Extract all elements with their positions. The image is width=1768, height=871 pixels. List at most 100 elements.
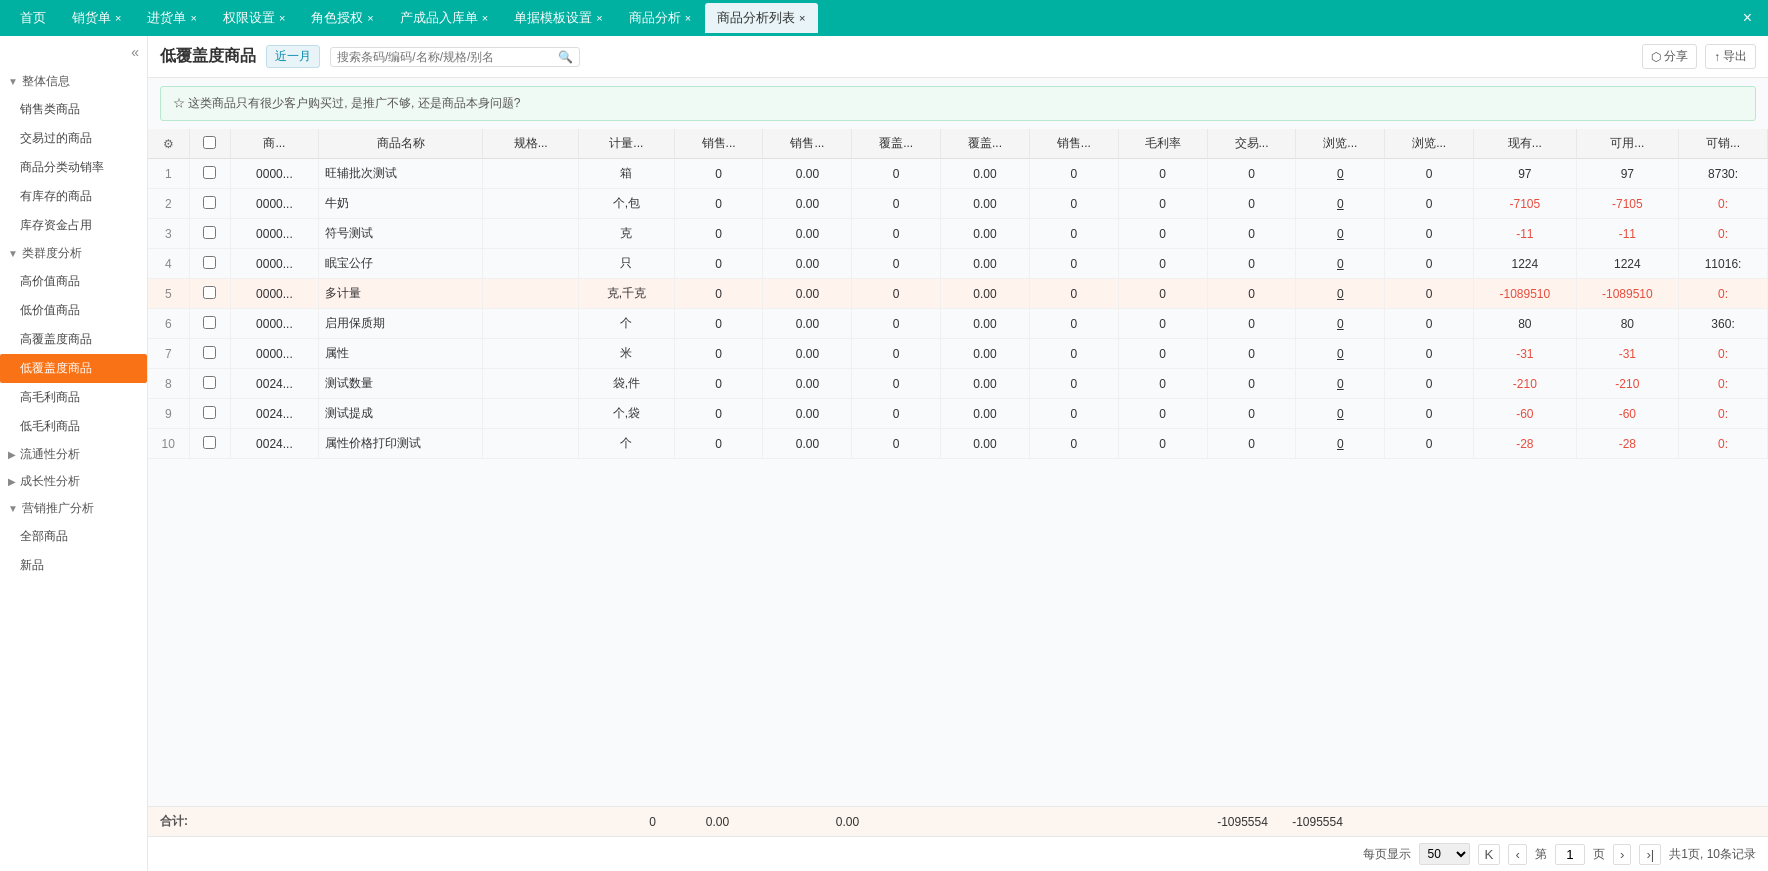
row-browse1[interactable]: 0: [1296, 339, 1385, 369]
nav-item-product-entry[interactable]: 产成品入库单 ×: [388, 3, 500, 33]
time-filter-button[interactable]: 近一月: [266, 45, 320, 68]
table-container[interactable]: ⚙ 商... 商品名称 规格... 计量... 销售... 销售... 覆盖..…: [148, 129, 1768, 806]
row-browse1[interactable]: 0: [1296, 369, 1385, 399]
row-code: 0024...: [230, 369, 319, 399]
row-checkbox[interactable]: [189, 399, 230, 429]
nav-close-analysis[interactable]: ×: [685, 12, 691, 24]
row-browse1[interactable]: 0: [1296, 399, 1385, 429]
sidebar-item-low-value[interactable]: 低价值商品: [0, 296, 147, 325]
nav-item-purchase[interactable]: 进货单 ×: [135, 3, 208, 33]
sidebar-section-marketing[interactable]: ▼ 营销推广分析: [0, 495, 147, 522]
table-checkbox-header[interactable]: [189, 129, 230, 159]
row-browse1[interactable]: 0: [1296, 309, 1385, 339]
last-page-button[interactable]: ›|: [1639, 844, 1661, 865]
row-browse1[interactable]: 0: [1296, 279, 1385, 309]
sidebar-item-traded-goods[interactable]: 交易过的商品: [0, 124, 147, 153]
nav-label-permissions: 权限设置: [223, 9, 275, 27]
row-browse1[interactable]: 0: [1296, 189, 1385, 219]
row-browse1[interactable]: 0: [1296, 159, 1385, 189]
sidebar-section-cluster[interactable]: ▼ 类群度分析: [0, 240, 147, 267]
sidebar-item-high-value[interactable]: 高价值商品: [0, 267, 147, 296]
nav-close-product-entry[interactable]: ×: [482, 12, 488, 24]
sidebar-collapse-button[interactable]: «: [131, 44, 139, 60]
sidebar-item-low-coverage[interactable]: 低覆盖度商品: [0, 354, 147, 383]
row-checkbox[interactable]: [189, 219, 230, 249]
close-all-button[interactable]: ×: [1735, 9, 1760, 27]
nav-item-template[interactable]: 单据模板设置 ×: [502, 3, 614, 33]
nav-item-analysis[interactable]: 商品分析 ×: [617, 3, 703, 33]
sidebar-section-circulation[interactable]: ▶ 流通性分析: [0, 441, 147, 468]
sidebar-item-high-coverage[interactable]: 高覆盖度商品: [0, 325, 147, 354]
row-browse1[interactable]: 0: [1296, 429, 1385, 459]
row-checkbox[interactable]: [189, 339, 230, 369]
row-sellable: 0:: [1679, 279, 1768, 309]
share-button[interactable]: ⬡ 分享: [1642, 44, 1697, 69]
sidebar-item-stocked-goods[interactable]: 有库存的商品: [0, 182, 147, 211]
th-spec: 规格...: [483, 129, 579, 159]
nav-close-template[interactable]: ×: [596, 12, 602, 24]
th-code: 商...: [230, 129, 319, 159]
search-icon[interactable]: 🔍: [558, 50, 573, 64]
sidebar-item-high-margin[interactable]: 高毛利商品: [0, 383, 147, 412]
row-available: -1089510: [1576, 279, 1679, 309]
row-unit: 袋,件: [578, 369, 674, 399]
sidebar-section-overview[interactable]: ▼ 整体信息: [0, 68, 147, 95]
row-checkbox[interactable]: [189, 189, 230, 219]
row-cov2: 0.00: [941, 189, 1030, 219]
table-row: 9 0024... 测试提成 个,袋 0 0.00 0 0.00 0 0 0 0…: [148, 399, 1768, 429]
row-sales3: 0: [1029, 429, 1118, 459]
row-checkbox[interactable]: [189, 159, 230, 189]
nav-close-purchase[interactable]: ×: [190, 12, 196, 24]
nav-item-permissions[interactable]: 权限设置 ×: [211, 3, 297, 33]
row-sales3: 0: [1029, 339, 1118, 369]
sidebar-item-category-rate[interactable]: 商品分类动销率: [0, 153, 147, 182]
row-checkbox[interactable]: [189, 279, 230, 309]
nav-item-home[interactable]: 首页: [8, 3, 58, 33]
page-number-input[interactable]: [1555, 844, 1585, 865]
totals-sales-amt: 0.00: [685, 815, 750, 829]
row-checkbox[interactable]: [189, 369, 230, 399]
row-trade: 0: [1207, 399, 1296, 429]
sidebar-item-stock-capital[interactable]: 库存资金占用: [0, 211, 147, 240]
row-checkbox[interactable]: [189, 429, 230, 459]
sidebar-section-growth[interactable]: ▶ 成长性分析: [0, 468, 147, 495]
sidebar-item-all-goods[interactable]: 全部商品: [0, 522, 147, 551]
sidebar-item-sales-goods[interactable]: 销售类商品: [0, 95, 147, 124]
section-label-cluster: 类群度分析: [22, 245, 82, 262]
row-browse1[interactable]: 0: [1296, 219, 1385, 249]
nav-close-role[interactable]: ×: [367, 12, 373, 24]
row-sales3: 0: [1029, 189, 1118, 219]
nav-close-permissions[interactable]: ×: [279, 12, 285, 24]
row-num: 2: [148, 189, 189, 219]
row-spec: [483, 279, 579, 309]
row-spec: [483, 429, 579, 459]
row-browse1[interactable]: 0: [1296, 249, 1385, 279]
nav-label-analysis: 商品分析: [629, 9, 681, 27]
row-cov1: 0: [852, 429, 941, 459]
row-current: -28: [1474, 429, 1577, 459]
row-checkbox[interactable]: [189, 249, 230, 279]
export-button[interactable]: ↑ 导出: [1705, 44, 1756, 69]
nav-item-role[interactable]: 角色授权 ×: [299, 3, 385, 33]
nav-item-sales[interactable]: 销货单 ×: [60, 3, 133, 33]
nav-item-analysis-list[interactable]: 商品分析列表 ×: [705, 3, 817, 33]
sidebar-item-new-goods[interactable]: 新品: [0, 551, 147, 580]
table-settings-header[interactable]: ⚙: [148, 129, 189, 159]
nav-close-sales[interactable]: ×: [115, 12, 121, 24]
select-all-checkbox[interactable]: [203, 136, 216, 149]
page-size-select[interactable]: 50 100: [1419, 843, 1470, 865]
first-page-button[interactable]: K: [1478, 844, 1501, 865]
sidebar-item-low-margin[interactable]: 低毛利商品: [0, 412, 147, 441]
nav-close-analysis-list[interactable]: ×: [799, 12, 805, 24]
row-trade: 0: [1207, 339, 1296, 369]
prev-page-button[interactable]: ‹: [1508, 844, 1526, 865]
nav-label-product-entry: 产成品入库单: [400, 9, 478, 27]
totals-cov2: 0.00: [815, 815, 880, 829]
row-sales-qty: 0: [674, 249, 763, 279]
row-checkbox[interactable]: [189, 309, 230, 339]
search-input[interactable]: [337, 50, 558, 64]
row-code: 0000...: [230, 279, 319, 309]
row-current: -7105: [1474, 189, 1577, 219]
row-code: 0000...: [230, 159, 319, 189]
next-page-button[interactable]: ›: [1613, 844, 1631, 865]
